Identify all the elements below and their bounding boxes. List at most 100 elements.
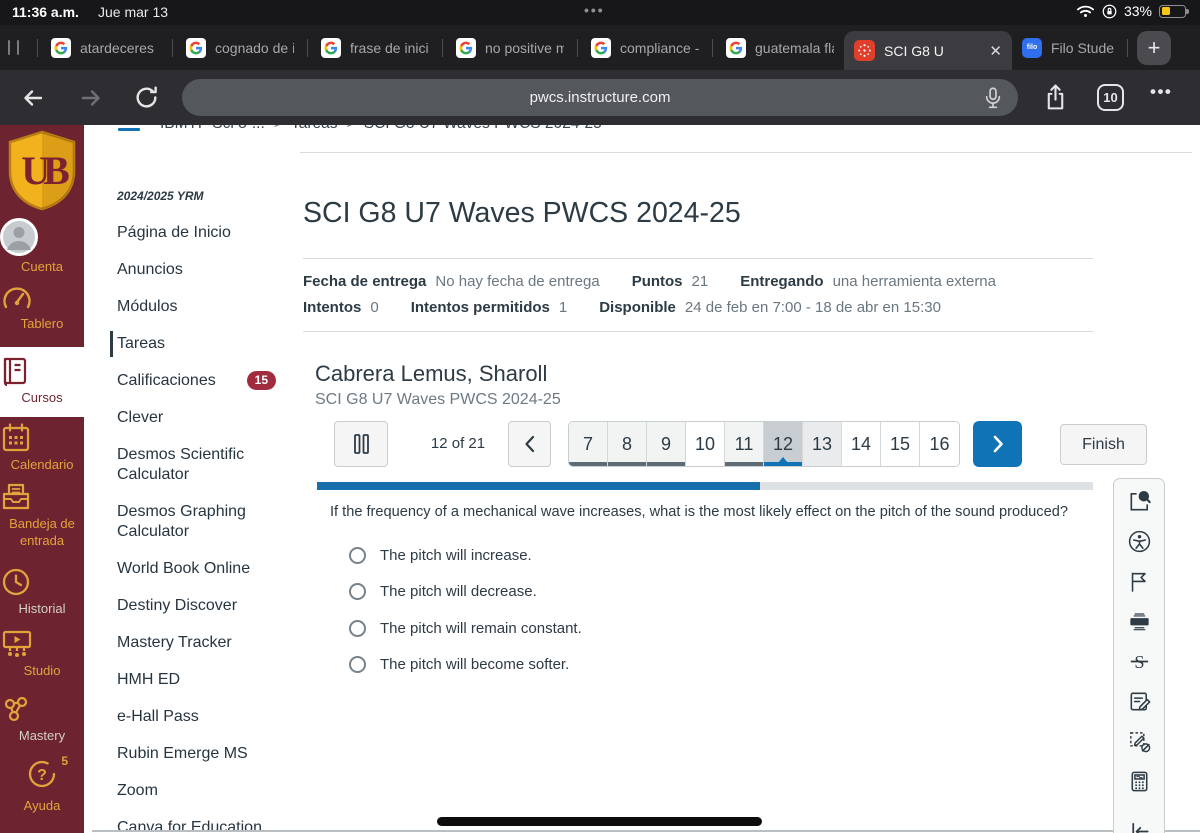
highlighter-button[interactable] [1113,729,1165,753]
home-indicator[interactable] [437,817,762,826]
tab-sci-g8-active[interactable]: SCI G8 U ✕ [844,31,1012,70]
share-icon[interactable] [1042,83,1069,112]
question-cell[interactable]: 14 [842,422,881,466]
tab-no-positive[interactable]: no positive m [446,25,574,70]
sidebar-item-calendario[interactable]: Calendario [0,422,84,474]
url-text: pwcs.instructure.com [529,89,671,106]
chevron-right-icon [993,435,1003,453]
school-logo[interactable]: UB [6,129,78,211]
question-cell[interactable]: 13 [803,422,842,466]
canvas-global-nav: UB Cuenta Tablero Cursos Calendario Band… [0,125,84,833]
finish-button[interactable]: Finish [1060,424,1147,465]
answer-eliminator-button[interactable]: S [1113,649,1165,673]
tab-frase[interactable]: frase de inici [311,25,439,70]
screen: 11:36 a.m. Jue mar 13 ••• 33% atardecere… [0,0,1200,833]
assignment-details-row2: Intentos 0 Intentos permitidos 1 Disponibl… [303,299,941,316]
tab-filo[interactable]: filo Filo Student: [1012,25,1124,70]
browser-toolbar: pwcs.instructure.com 10 ••• [0,70,1200,125]
nav-clever[interactable]: Clever [117,408,290,428]
answer-option[interactable]: The pitch will decrease. [349,583,537,600]
question-cell[interactable]: 11 [725,422,764,466]
help-badge: 5 [61,754,68,768]
tab-atardeceres[interactable]: atardeceres [41,25,169,70]
sidebar-item-mastery[interactable]: Mastery [0,695,84,745]
nav-world-book[interactable]: World Book Online [117,559,290,579]
magnifier-area-icon [1130,490,1151,510]
multitask-dots-icon[interactable]: ••• [584,2,605,18]
collapse-panel-button[interactable] [1113,819,1165,833]
nav-zoom[interactable]: Zoom [117,781,290,801]
back-button[interactable] [20,85,46,111]
calendar-icon [0,422,84,454]
nav-tareas[interactable]: Tareas [110,331,290,357]
radio-button[interactable] [349,656,366,673]
course-menu-hamburger-icon[interactable] [118,125,140,134]
radio-button[interactable] [349,583,366,600]
question-cell[interactable]: 10 [686,422,725,466]
nav-hmh-ed[interactable]: HMH ED [117,670,290,690]
nav-desmos-graphing[interactable]: Desmos Graphing Calculator [117,502,290,542]
canvas-favicon-icon [854,40,875,61]
nav-rubin-emerge[interactable]: Rubin Emerge MS [117,744,290,764]
sidebar-item-cursos[interactable]: Cursos [0,347,84,417]
question-cell[interactable]: 16 [920,422,959,466]
assignment-details-row1: Fecha de entrega No hay fecha de entrega … [303,273,996,290]
nav-modulos[interactable]: Módulos [117,297,290,317]
sidebar-item-cuenta[interactable]: Cuenta [0,218,84,276]
nav-ehall-pass[interactable]: e-Hall Pass [117,707,290,727]
answer-option[interactable]: The pitch will remain constant. [349,620,582,637]
collapse-left-icon [1131,822,1149,833]
notes-button[interactable] [1113,689,1165,713]
nav-anuncios[interactable]: Anuncios [117,260,290,280]
clock: 11:36 a.m. [12,4,79,20]
radio-button[interactable] [349,620,366,637]
forward-button[interactable] [78,85,104,111]
tab-strip-handle-icon[interactable] [8,40,32,55]
breadcrumb: IBMYP Sci 8-...>Tareas>SCI G8 U7 Waves P… [160,125,602,133]
question-cell[interactable]: 7 [569,422,608,466]
question-cell[interactable]: 15 [881,422,920,466]
overflow-menu-icon[interactable]: ••• [1150,82,1172,102]
next-question-button[interactable] [973,421,1022,467]
battery-icon [1159,4,1189,18]
radio-button[interactable] [349,547,366,564]
breadcrumb-tareas-link[interactable]: Tareas [291,125,338,132]
calculator-button[interactable] [1113,769,1165,793]
accessibility-button[interactable] [1113,529,1165,553]
line-reader-button[interactable] [1113,609,1165,633]
sidebar-item-bandeja[interactable]: Bandeja de entrada [0,481,84,550]
tab-cognado[interactable]: cognado de i [176,25,304,70]
address-bar[interactable]: pwcs.instructure.com [182,79,1018,116]
question-cell[interactable]: 9 [647,422,686,466]
question-cell[interactable]: 8 [608,422,647,466]
help-icon: ? [26,758,58,790]
sidebar-item-historial[interactable]: Historial [0,566,84,618]
answer-option[interactable]: The pitch will increase. [349,547,532,564]
google-favicon-icon [456,37,476,58]
pause-button[interactable] [334,421,388,467]
tab-label: compliance - [620,39,699,56]
tab-count-button[interactable]: 10 [1097,84,1124,111]
answer-option[interactable]: The pitch will become softer. [349,656,569,673]
accessibility-icon [1128,530,1150,552]
question-cell-current[interactable]: 12 [764,422,803,466]
mic-icon[interactable] [982,86,1004,110]
nav-pagina-de-inicio[interactable]: Página de Inicio [117,223,290,243]
reload-button[interactable] [133,84,160,111]
zoom-tool-button[interactable] [1113,489,1165,513]
nav-calificaciones[interactable]: Calificaciones 15 [117,371,290,391]
flag-question-button[interactable] [1113,569,1165,593]
sidebar-item-tablero[interactable]: Tablero [0,283,84,333]
strikethrough-icon: S [1130,651,1148,671]
sidebar-item-ayuda[interactable]: ? 5 Ayuda [0,754,84,815]
close-tab-icon[interactable]: ✕ [989,42,1002,60]
nav-desmos-scientific[interactable]: Desmos Scientific Calculator [117,445,290,485]
nav-mastery-tracker[interactable]: Mastery Tracker [117,633,290,653]
breadcrumb-course-link[interactable]: IBMYP Sci 8-... [160,125,265,132]
tab-guatemala[interactable]: guatemala fla [716,25,844,70]
new-tab-button[interactable]: + [1137,30,1171,65]
sidebar-item-studio[interactable]: Studio [0,628,84,680]
tab-compliance[interactable]: compliance - [581,25,709,70]
previous-question-button[interactable] [508,421,551,467]
nav-destiny-discover[interactable]: Destiny Discover [117,596,290,616]
